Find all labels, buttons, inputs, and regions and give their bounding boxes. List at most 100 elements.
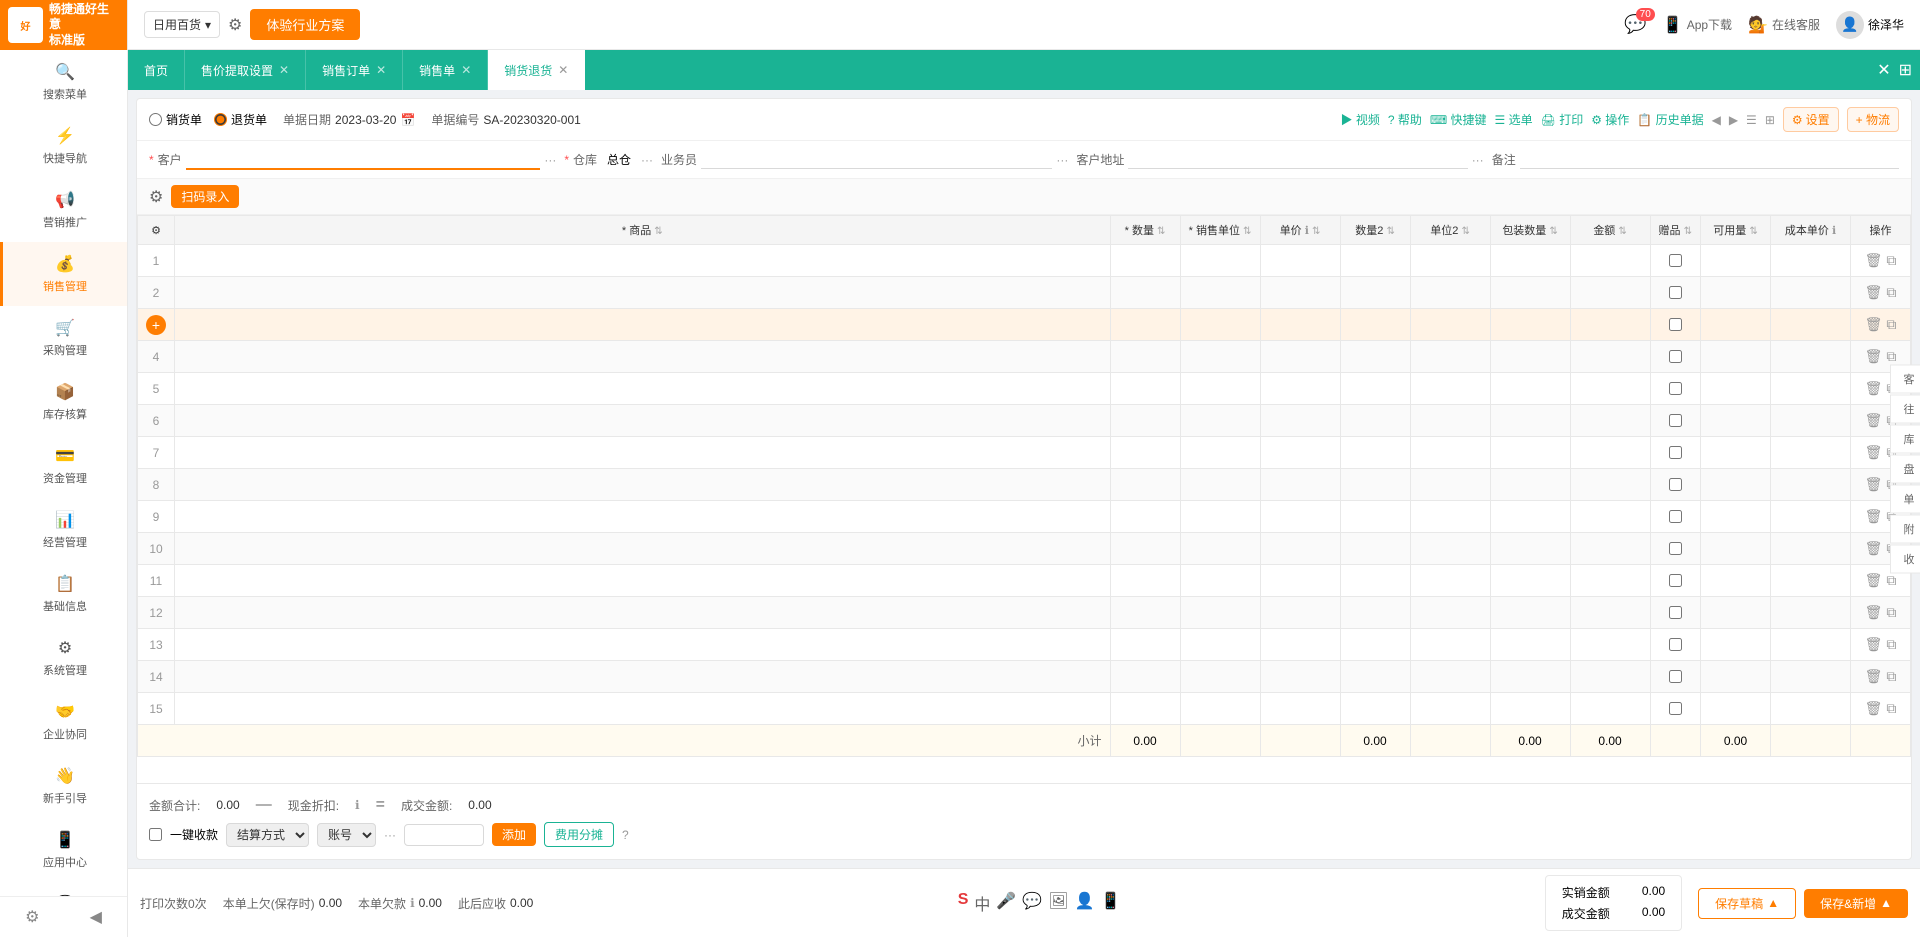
cell-qty-15[interactable]: [1110, 693, 1180, 725]
cell-unit-12[interactable]: [1180, 597, 1260, 629]
rs-btn-2[interactable]: 库: [1890, 424, 1920, 453]
cell-unit-11[interactable]: [1180, 565, 1260, 597]
remark-input[interactable]: [1520, 150, 1899, 169]
cell-product-8[interactable]: [175, 469, 1111, 501]
sidebar-collapse-icon[interactable]: ◀: [90, 907, 102, 927]
action-operate[interactable]: ⚙ 操作: [1591, 111, 1629, 128]
sidebar-item-2[interactable]: 📢营销推广: [0, 178, 127, 242]
cell-qty-11[interactable]: [1110, 565, 1180, 597]
delete-icon-13[interactable]: 🗑: [1865, 636, 1883, 653]
cell-unit2-9[interactable]: [1410, 501, 1490, 533]
cell-avail-15[interactable]: [1701, 693, 1771, 725]
cell-product-14[interactable]: [175, 661, 1111, 693]
cell-unit2-1[interactable]: [1410, 245, 1490, 277]
discount-help-icon[interactable]: ℹ: [355, 798, 360, 812]
table-gear-icon[interactable]: ⚙: [149, 187, 163, 207]
cell-amount-3[interactable]: [1570, 309, 1650, 341]
sidebar-item-3[interactable]: 💰销售管理: [0, 242, 127, 306]
cell-avail-3[interactable]: [1701, 309, 1771, 341]
cell-price-9[interactable]: [1260, 501, 1340, 533]
cell-amount-10[interactable]: [1570, 533, 1650, 565]
copy-icon-1[interactable]: ⧉: [1886, 252, 1896, 269]
delete-icon-14[interactable]: 🗑: [1865, 668, 1883, 685]
add-payment-btn[interactable]: 添加: [492, 823, 536, 846]
add-row-btn[interactable]: +: [146, 315, 166, 335]
acc-select[interactable]: 账号: [317, 823, 376, 847]
fee-help-icon[interactable]: ?: [622, 828, 629, 842]
copy-icon-15[interactable]: ⧉: [1886, 700, 1896, 717]
cell-unit-6[interactable]: [1180, 405, 1260, 437]
cell-unit-15[interactable]: [1180, 693, 1260, 725]
cell-qty2-8[interactable]: [1340, 469, 1410, 501]
rs-btn-3[interactable]: 盘: [1890, 454, 1920, 483]
cell-pack-7[interactable]: [1490, 437, 1570, 469]
rs-btn-1[interactable]: 往: [1890, 394, 1920, 423]
cell-price-3[interactable]: [1260, 309, 1340, 341]
radio-return[interactable]: 退货单: [214, 111, 267, 128]
cell-avail-6[interactable]: [1701, 405, 1771, 437]
cell-qty2-11[interactable]: [1340, 565, 1410, 597]
cell-product-7[interactable]: [175, 437, 1111, 469]
staff-dots[interactable]: ···: [1056, 153, 1068, 167]
cell-amount-11[interactable]: [1570, 565, 1650, 597]
gift-check-7[interactable]: [1669, 446, 1682, 459]
cell-pack-5[interactable]: [1490, 373, 1570, 405]
cell-avail-1[interactable]: [1701, 245, 1771, 277]
rs-btn-0[interactable]: 客: [1890, 364, 1920, 393]
staff-input[interactable]: [701, 150, 1052, 169]
cell-avail-7[interactable]: [1701, 437, 1771, 469]
acc-dots[interactable]: ···: [384, 828, 396, 842]
cell-qty2-10[interactable]: [1340, 533, 1410, 565]
cell-price-11[interactable]: [1260, 565, 1340, 597]
cell-unit2-12[interactable]: [1410, 597, 1490, 629]
save-draft-btn[interactable]: 保存草稿 ▲: [1698, 888, 1796, 919]
cell-avail-8[interactable]: [1701, 469, 1771, 501]
footer-icon-s[interactable]: S: [958, 891, 969, 915]
cell-amount-14[interactable]: [1570, 661, 1650, 693]
cell-pack-13[interactable]: [1490, 629, 1570, 661]
cell-cost-15[interactable]: [1771, 693, 1851, 725]
cell-product-3[interactable]: [175, 309, 1111, 341]
one-click-checkbox[interactable]: [149, 828, 162, 841]
cell-product-2[interactable]: [175, 277, 1111, 309]
cell-price-14[interactable]: [1260, 661, 1340, 693]
cell-qty2-1[interactable]: [1340, 245, 1410, 277]
cell-cost-8[interactable]: [1771, 469, 1851, 501]
cell-qty-3[interactable]: [1110, 309, 1180, 341]
cell-price-1[interactable]: [1260, 245, 1340, 277]
scan-btn[interactable]: 扫码录入: [171, 185, 239, 208]
tab-1[interactable]: 售价提取设置✕: [185, 50, 306, 90]
cell-qty-12[interactable]: [1110, 597, 1180, 629]
gift-check-13[interactable]: [1669, 638, 1682, 651]
cell-avail-2[interactable]: [1701, 277, 1771, 309]
footer-icon-user2[interactable]: 👤: [1075, 891, 1095, 915]
cell-avail-4[interactable]: [1701, 341, 1771, 373]
expand-icon[interactable]: ⊞: [1899, 60, 1912, 80]
view-grid-icon[interactable]: ⊞: [1765, 113, 1775, 127]
tab-close-4[interactable]: ✕: [558, 63, 568, 77]
footer-icon-img[interactable]: 🖼: [1048, 891, 1068, 915]
cell-cost-7[interactable]: [1771, 437, 1851, 469]
rs-btn-6[interactable]: 收: [1890, 544, 1920, 573]
cell-price-2[interactable]: [1260, 277, 1340, 309]
cell-cost-10[interactable]: [1771, 533, 1851, 565]
cell-unit2-5[interactable]: [1410, 373, 1490, 405]
sidebar-item-10[interactable]: 🤝企业协同: [0, 690, 127, 754]
sidebar-item-1[interactable]: ⚡快捷导航: [0, 114, 127, 178]
cell-product-12[interactable]: [175, 597, 1111, 629]
footer-icon-mic[interactable]: 🎤: [996, 891, 1016, 915]
cell-qty-6[interactable]: [1110, 405, 1180, 437]
sidebar-item-6[interactable]: 💳资金管理: [0, 434, 127, 498]
debt-help-icon[interactable]: ℹ: [410, 896, 415, 910]
delete-icon-8[interactable]: 🗑: [1865, 476, 1883, 493]
cell-cost-12[interactable]: [1771, 597, 1851, 629]
cell-pack-12[interactable]: [1490, 597, 1570, 629]
cell-qty2-4[interactable]: [1340, 341, 1410, 373]
sidebar-item-9[interactable]: ⚙系统管理: [0, 626, 127, 690]
copy-icon-11[interactable]: ⧉: [1886, 572, 1896, 589]
user-menu[interactable]: 👤 徐泽华: [1836, 11, 1904, 39]
cell-product-13[interactable]: [175, 629, 1111, 661]
cell-qty-1[interactable]: [1110, 245, 1180, 277]
cell-product-1[interactable]: [175, 245, 1111, 277]
cell-qty-10[interactable]: [1110, 533, 1180, 565]
